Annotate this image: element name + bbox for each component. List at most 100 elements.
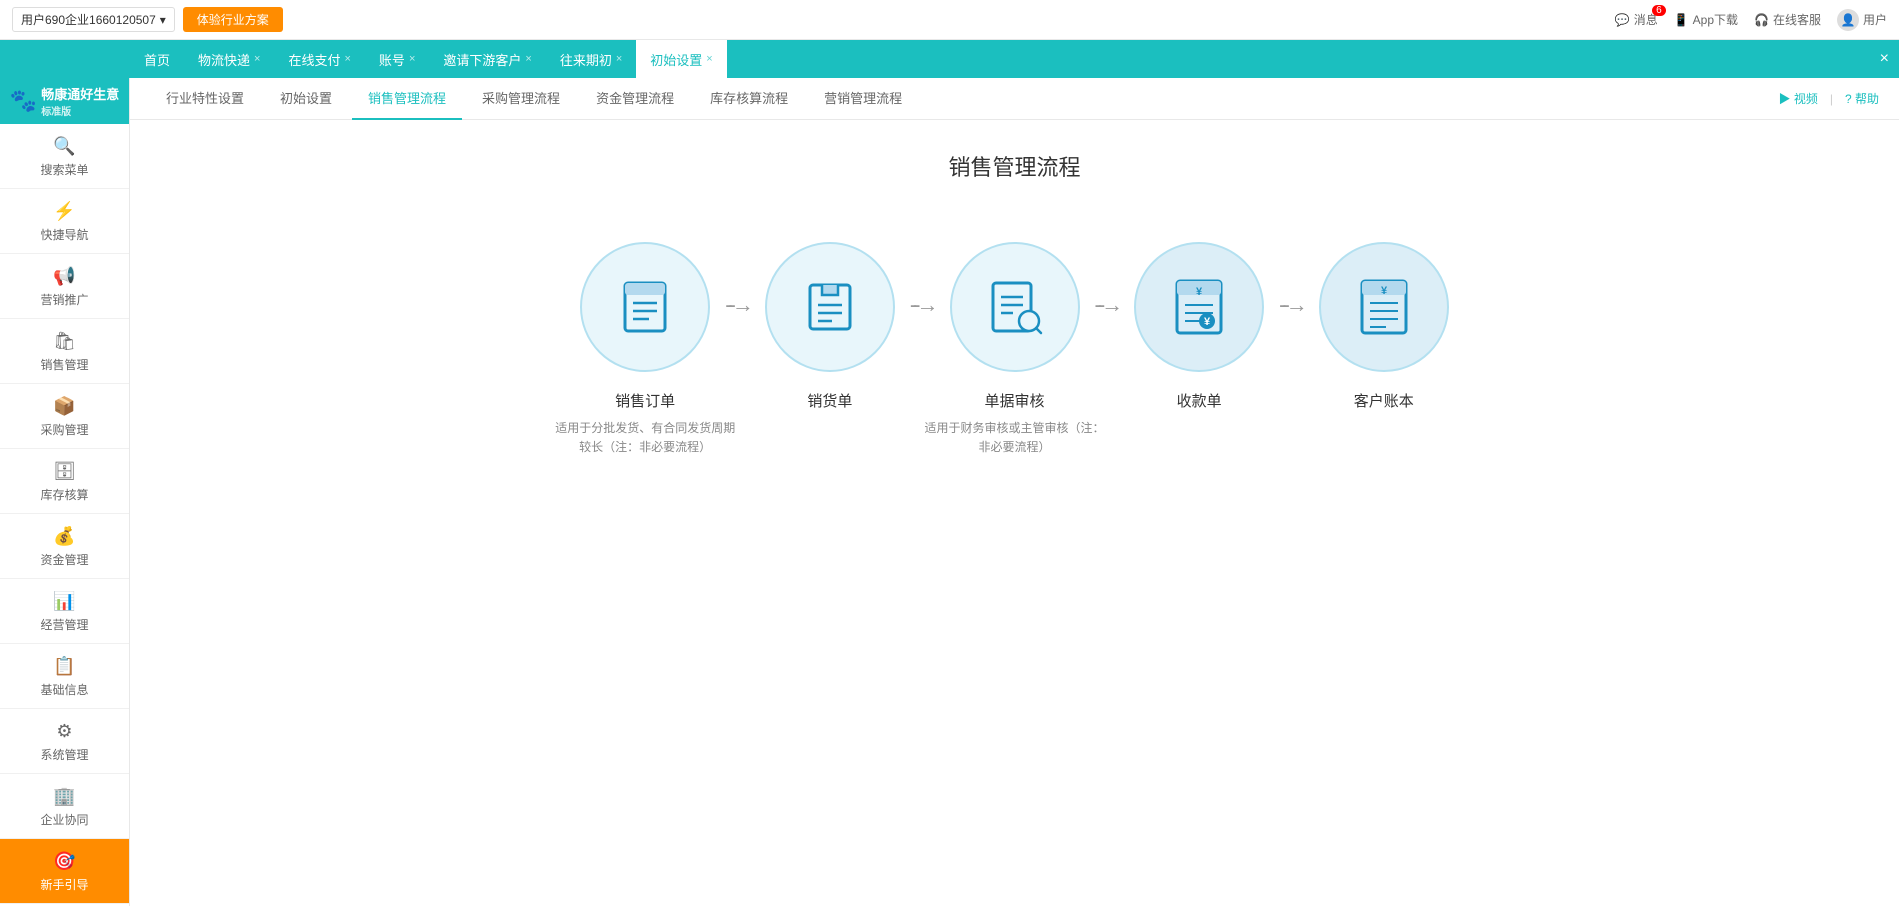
sidebar-item-marketing-label: 营销推广 — [40, 291, 88, 308]
nav-tab-logistics-close[interactable]: × — [254, 53, 260, 65]
nav-tab-payment[interactable]: 在线支付 × — [274, 40, 364, 78]
sidebar-item-sales-label: 销售管理 — [40, 356, 88, 373]
sidebar-item-basic[interactable]: 📋 基础信息 — [0, 644, 129, 709]
sidebar-item-quick[interactable]: ⚡ 快捷导航 — [0, 189, 129, 254]
sidebar-item-search-label: 搜索菜单 — [40, 161, 88, 178]
sales-order-icon — [613, 275, 677, 339]
subtab-industry-label: 行业特性设置 — [166, 88, 244, 107]
nav-tab-init-label: 初始设置 — [650, 50, 702, 69]
subtab-marketing-flow-label: 营销管理流程 — [824, 88, 902, 107]
service-icon: 🎧 — [1754, 13, 1769, 27]
message-item[interactable]: 💬 消息 6 — [1615, 11, 1658, 28]
flow-circle-audit — [950, 242, 1080, 372]
chevron-down-icon: ▾ — [160, 13, 166, 27]
subtab-inventory-flow-label: 库存核算流程 — [710, 88, 788, 107]
nav-close-all-btn[interactable]: × — [1870, 40, 1899, 78]
subtab-inventory-flow[interactable]: 库存核算流程 — [694, 78, 804, 120]
sidebar-item-operations-label: 经营管理 — [40, 616, 88, 633]
sub-tabs: 行业特性设置 初始设置 销售管理流程 采购管理流程 资金管理流程 库存核算流程 — [130, 78, 1899, 120]
sidebar: 🐾 畅康通好生意 标准版 🔍 搜索菜单 ⚡ 快捷导航 📢 营销推广 — [0, 78, 130, 906]
flow-step-account-name: 客户账本 — [1354, 390, 1414, 411]
nav-tab-payment-close[interactable]: × — [344, 53, 350, 65]
subtab-purchase-flow[interactable]: 采购管理流程 — [466, 78, 576, 120]
subtab-sales-flow-label: 销售管理流程 — [368, 88, 446, 107]
subtab-marketing-flow[interactable]: 营销管理流程 — [808, 78, 918, 120]
flow-step-account: ¥ 客户账本 — [1294, 242, 1474, 419]
flow-step-receipt-name: 收款单 — [1177, 390, 1222, 411]
nav-tab-period-close[interactable]: × — [616, 53, 622, 65]
flow-diagram: 销售订单 适用于分批发货、有合同发货周期较长（注：非必要流程） --→ — [170, 242, 1859, 457]
sidebar-item-system[interactable]: ⚙ 系统管理 — [0, 709, 129, 774]
flow-circle-delivery — [765, 242, 895, 372]
sidebar-item-inventory-label: 库存核算 — [40, 486, 88, 503]
nav-tab-invite-close[interactable]: × — [525, 53, 531, 65]
svg-text:¥: ¥ — [1196, 286, 1203, 298]
sidebar-item-finance-label: 资金管理 — [40, 551, 88, 568]
enterprise-icon: 🏢 — [53, 786, 75, 807]
sidebar-item-sales[interactable]: 🛍 销售管理 — [0, 319, 129, 384]
help-icon: ? — [1845, 92, 1855, 106]
purchase-icon: 📦 — [53, 396, 75, 417]
nav-tab-init-close[interactable]: × — [706, 53, 712, 65]
finance-icon: 💰 — [53, 526, 75, 547]
online-service-label: 在线客服 — [1773, 11, 1821, 28]
user-select-text: 用户690企业1660120507 — [21, 11, 156, 28]
trial-btn[interactable]: 体验行业方案 — [183, 7, 283, 32]
nav-tab-payment-label: 在线支付 — [288, 50, 340, 69]
sidebar-item-search[interactable]: 🔍 搜索菜单 — [0, 124, 129, 189]
nav-tab-home-label: 首页 — [144, 50, 170, 69]
sidebar-item-basic-label: 基础信息 — [40, 681, 88, 698]
subtab-finance-flow[interactable]: 资金管理流程 — [580, 78, 690, 120]
message-icon: 💬 — [1615, 13, 1630, 27]
svg-text:¥: ¥ — [1204, 316, 1211, 328]
flow-step-audit: 单据审核 适用于财务审核或主管审核（注：非必要流程） — [925, 242, 1105, 457]
newbie-icon: 🎯 — [53, 851, 75, 872]
sidebar-item-inventory[interactable]: 🗄 库存核算 — [0, 449, 129, 514]
user-selector[interactable]: 用户690企业1660120507 ▾ — [12, 7, 175, 32]
inventory-icon: 🗄 — [53, 461, 76, 482]
subtab-finance-flow-label: 资金管理流程 — [596, 88, 674, 107]
subtab-sales-flow[interactable]: 销售管理流程 — [352, 78, 462, 120]
nav-tab-invite-label: 邀请下游客户 — [443, 50, 521, 69]
nav-tab-logistics-label: 物流快递 — [198, 50, 250, 69]
sidebar-item-operations[interactable]: 📊 经营管理 — [0, 579, 129, 644]
delivery-icon — [798, 275, 862, 339]
sidebar-item-enterprise[interactable]: 🏢 企业协同 — [0, 774, 129, 839]
nav-tab-logistics[interactable]: 物流快递 × — [184, 40, 274, 78]
flow-circle-account: ¥ — [1319, 242, 1449, 372]
page-title: 销售管理流程 — [170, 150, 1859, 182]
sidebar-item-finance[interactable]: 💰 资金管理 — [0, 514, 129, 579]
nav-tab-period[interactable]: 往来期初 × — [546, 40, 636, 78]
sidebar-item-newbie[interactable]: 🎯 新手引导 — [0, 839, 129, 904]
nav-tab-invite[interactable]: 邀请下游客户 × — [429, 40, 545, 78]
svg-text:¥: ¥ — [1381, 285, 1388, 297]
content-area: 行业特性设置 初始设置 销售管理流程 采购管理流程 资金管理流程 库存核算流程 — [130, 78, 1899, 906]
nav-tab-init[interactable]: 初始设置 × — [636, 40, 726, 78]
help-link[interactable]: ? 帮助 — [1845, 90, 1879, 107]
flow-circle-sales-order — [580, 242, 710, 372]
user-avatar-icon: 👤 — [1837, 9, 1859, 31]
help-label: 帮助 — [1855, 92, 1879, 106]
top-bar-left: 用户690企业1660120507 ▾ 体验行业方案 — [12, 7, 283, 32]
user-item[interactable]: 👤 用户 — [1837, 9, 1887, 31]
nav-tab-account[interactable]: 账号 × — [365, 40, 429, 78]
online-service-item[interactable]: 🎧 在线客服 — [1754, 11, 1821, 28]
user-label: 用户 — [1863, 11, 1887, 28]
video-link[interactable]: ▶ 视频 — [1778, 90, 1817, 107]
flow-step-audit-desc: 适用于财务审核或主管审核（注：非必要流程） — [925, 419, 1105, 457]
app-download-item[interactable]: 📱 App下载 — [1674, 11, 1738, 28]
nav-tab-home[interactable]: 首页 — [130, 40, 184, 78]
quick-icon: ⚡ — [53, 201, 75, 222]
account-icon: ¥ — [1352, 275, 1416, 339]
sidebar-item-purchase[interactable]: 📦 采购管理 — [0, 384, 129, 449]
sidebar-item-marketing[interactable]: 📢 营销推广 — [0, 254, 129, 319]
flow-step-audit-name: 单据审核 — [984, 390, 1044, 411]
system-icon: ⚙ — [56, 721, 72, 742]
sidebar-item-system-label: 系统管理 — [40, 746, 88, 763]
sidebar-logo: 🐾 畅康通好生意 标准版 — [0, 78, 129, 124]
nav-tab-account-close[interactable]: × — [409, 53, 415, 65]
subtab-industry[interactable]: 行业特性设置 — [150, 78, 260, 120]
sidebar-logo-sub: 标准版 — [41, 103, 119, 118]
flow-step-sales-order-name: 销售订单 — [615, 390, 675, 411]
subtab-init[interactable]: 初始设置 — [264, 78, 348, 120]
